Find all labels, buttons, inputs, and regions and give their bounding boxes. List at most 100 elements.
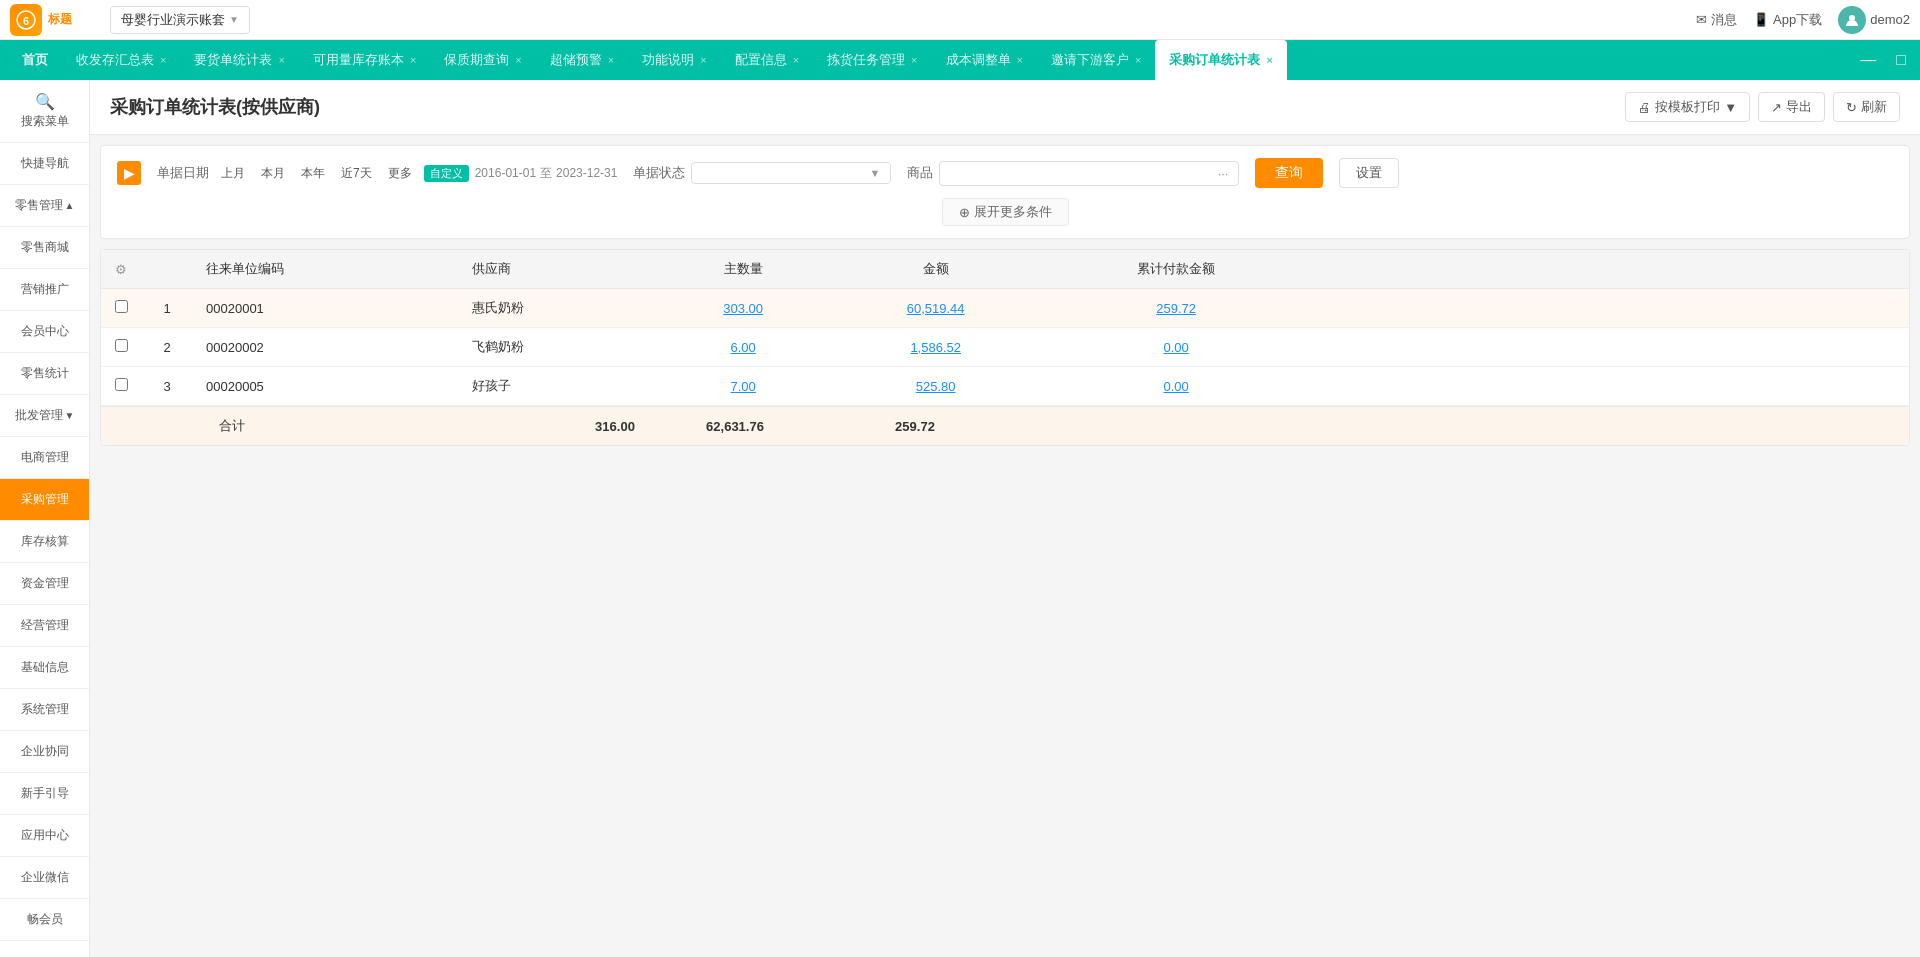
cell-paid-1[interactable]: 0.00 <box>1043 328 1309 367</box>
tab-baozhi-close-icon[interactable]: × <box>515 54 521 66</box>
tab-kuyong-label: 可用量库存账本 <box>313 51 404 69</box>
header-actions: 🖨 按模板打印 ▼ ↗ 导出 ↻ 刷新 <box>1625 92 1900 122</box>
cell-quantity-2[interactable]: 7.00 <box>658 367 828 406</box>
settings-button[interactable]: 设置 <box>1339 158 1399 188</box>
tab-jianhuo-label: 拣货任务管理 <box>827 51 905 69</box>
sidebar-item-quicknav[interactable]: 快捷导航 <box>0 143 89 185</box>
tab-caigou-active[interactable]: 采购订单统计表 × <box>1155 40 1286 80</box>
row-checkbox-0[interactable] <box>115 300 128 313</box>
cell-quantity-0[interactable]: 303.00 <box>658 289 828 328</box>
tab-peizhi-close-icon[interactable]: × <box>793 54 799 66</box>
cell-paid-2[interactable]: 0.00 <box>1043 367 1309 406</box>
tab-jianhuo[interactable]: 拣货任务管理 × <box>813 40 931 80</box>
tab-gongneng-close-icon[interactable]: × <box>700 54 706 66</box>
goods-input[interactable]: ··· <box>939 161 1239 186</box>
query-button[interactable]: 查询 <box>1255 158 1323 188</box>
tab-yaoqing[interactable]: 邀请下游客户 × <box>1037 40 1155 80</box>
user-avatar-area[interactable]: demo2 <box>1838 6 1910 34</box>
tab-chaochu[interactable]: 超储预警 × <box>536 40 628 80</box>
sidebar-item-sys-mgmt[interactable]: 系统管理 <box>0 689 89 731</box>
message-label: 消息 <box>1711 11 1737 29</box>
cell-index-1: 2 <box>142 328 192 367</box>
date-shortcut-thisyear[interactable]: 本年 <box>295 163 331 184</box>
date-shortcut-thismonth[interactable]: 本月 <box>255 163 291 184</box>
cell-amount-0[interactable]: 60,519.44 <box>828 289 1043 328</box>
cell-checkbox-1[interactable] <box>101 328 142 367</box>
tab-home[interactable]: 首页 <box>8 40 62 80</box>
sidebar-item-operations[interactable]: 经营管理 <box>0 605 89 647</box>
tab-chengben[interactable]: 成本调整单 × <box>932 40 1037 80</box>
sidebar-item-member[interactable]: 会员中心 <box>0 311 89 353</box>
message-btn[interactable]: ✉ 消息 <box>1696 11 1737 29</box>
filter-date-item: 单据日期 上月 本月 本年 近7天 更多 自定义 2016-01-01 至 20… <box>157 163 617 184</box>
app-download-btn[interactable]: 📱 App下载 <box>1753 11 1822 29</box>
refresh-button[interactable]: ↻ 刷新 <box>1833 92 1900 122</box>
tab-kuyong[interactable]: 可用量库存账本 × <box>299 40 430 80</box>
tab-minimize-icon[interactable]: — <box>1854 49 1882 71</box>
sidebar-item-inventory[interactable]: 库存核算 <box>0 521 89 563</box>
tab-chaochu-close-icon[interactable]: × <box>608 54 614 66</box>
cell-quantity-1[interactable]: 6.00 <box>658 328 828 367</box>
date-shortcut-lastmonth[interactable]: 上月 <box>215 163 251 184</box>
table-settings-icon[interactable]: ⚙ <box>115 262 127 277</box>
sidebar-item-purchase[interactable]: 采购管理 <box>0 479 89 521</box>
row-checkbox-1[interactable] <box>115 339 128 352</box>
cell-amount-2[interactable]: 525.80 <box>828 367 1043 406</box>
sidebar-item-basic-info[interactable]: 基础信息 <box>0 647 89 689</box>
tab-yaohuo-close-icon[interactable]: × <box>278 54 284 66</box>
table-row: 3 00020005 好孩子 7.00 525.80 0.00 <box>101 367 1909 406</box>
app-logo: 6 <box>10 4 42 36</box>
sidebar-item-guide[interactable]: 新手引导 <box>0 773 89 815</box>
sidebar-item-finance[interactable]: 资金管理 <box>0 563 89 605</box>
tab-baozhi[interactable]: 保质期查询 × <box>430 40 535 80</box>
cell-amount-1[interactable]: 1,586.52 <box>828 328 1043 367</box>
date-shortcuts: 上月 本月 本年 近7天 更多 <box>215 163 418 184</box>
date-shortcut-more[interactable]: 更多 <box>382 163 418 184</box>
tab-shoufasun-close-icon[interactable]: × <box>160 54 166 66</box>
tab-caigou-close-icon[interactable]: × <box>1266 54 1272 66</box>
expand-more-button[interactable]: ⊕ 展开更多条件 <box>942 198 1069 226</box>
th-amount: 金额 <box>828 250 1043 289</box>
sidebar-item-retail-stats[interactable]: 零售统计 <box>0 353 89 395</box>
sidebar-item-retail-mgmt[interactable]: 零售管理 ▲ <box>0 185 89 227</box>
print-button[interactable]: 🖨 按模板打印 ▼ <box>1625 92 1750 122</box>
cell-checkbox-0[interactable] <box>101 289 142 328</box>
th-supplier: 供应商 <box>458 250 659 289</box>
sidebar-item-wholesale[interactable]: 批发管理 ▼ <box>0 395 89 437</box>
workspace-selector[interactable]: 母婴行业演示账套 ▼ <box>110 6 250 34</box>
refresh-label: 刷新 <box>1861 98 1887 116</box>
sidebar-item-marketing[interactable]: 营销推广 <box>0 269 89 311</box>
sidebar-item-retail-mall[interactable]: 零售商城 <box>0 227 89 269</box>
filter-toggle-button[interactable]: ▶ <box>117 161 141 185</box>
sidebar-item-search[interactable]: 🔍 搜索菜单 <box>0 80 89 143</box>
cell-paid-0[interactable]: 259.72 <box>1043 289 1309 328</box>
sidebar-item-appstore[interactable]: 应用中心 <box>0 815 89 857</box>
status-select[interactable]: ▼ <box>691 162 891 184</box>
tab-chengben-close-icon[interactable]: × <box>1017 54 1023 66</box>
row-checkbox-2[interactable] <box>115 378 128 391</box>
nav-tabs: 首页 收发存汇总表 × 要货单统计表 × 可用量库存账本 × 保质期查询 × 超… <box>0 40 1920 80</box>
sidebar-item-wechat[interactable]: 企业微信 <box>0 857 89 899</box>
table-row: 1 00020001 惠氏奶粉 303.00 60,519.44 259.72 <box>101 289 1909 328</box>
export-button[interactable]: ↗ 导出 <box>1758 92 1825 122</box>
tab-jianhuo-close-icon[interactable]: × <box>911 54 917 66</box>
tab-yaohuo[interactable]: 要货单统计表 × <box>180 40 298 80</box>
sidebar-item-enterprise[interactable]: 企业协同 <box>0 731 89 773</box>
tab-shoufasun-label: 收发存汇总表 <box>76 51 154 69</box>
date-shortcut-7days[interactable]: 近7天 <box>335 163 378 184</box>
cell-code-2: 00020005 <box>192 367 458 406</box>
cell-checkbox-2[interactable] <box>101 367 142 406</box>
tab-yaoqing-close-icon[interactable]: × <box>1135 54 1141 66</box>
sidebar-item-vip[interactable]: 畅会员 <box>0 899 89 941</box>
tab-peizhi[interactable]: 配置信息 × <box>721 40 813 80</box>
sidebar-item-ecommerce[interactable]: 电商管理 <box>0 437 89 479</box>
th-index <box>142 250 192 289</box>
th-extra <box>1309 250 1909 289</box>
tab-kuyong-close-icon[interactable]: × <box>410 54 416 66</box>
tab-expand-icon[interactable]: □ <box>1890 49 1912 71</box>
tab-shoufasun[interactable]: 收发存汇总表 × <box>62 40 180 80</box>
tab-gongneng[interactable]: 功能说明 × <box>628 40 720 80</box>
table-header-row: ⚙ 往来单位编码 供应商 主数量 金额 累计付款金额 <box>101 250 1909 289</box>
cell-supplier-1: 飞鹤奶粉 <box>458 328 659 367</box>
table-footer: 合计 316.00 62,631.76 259.72 <box>101 406 1909 445</box>
